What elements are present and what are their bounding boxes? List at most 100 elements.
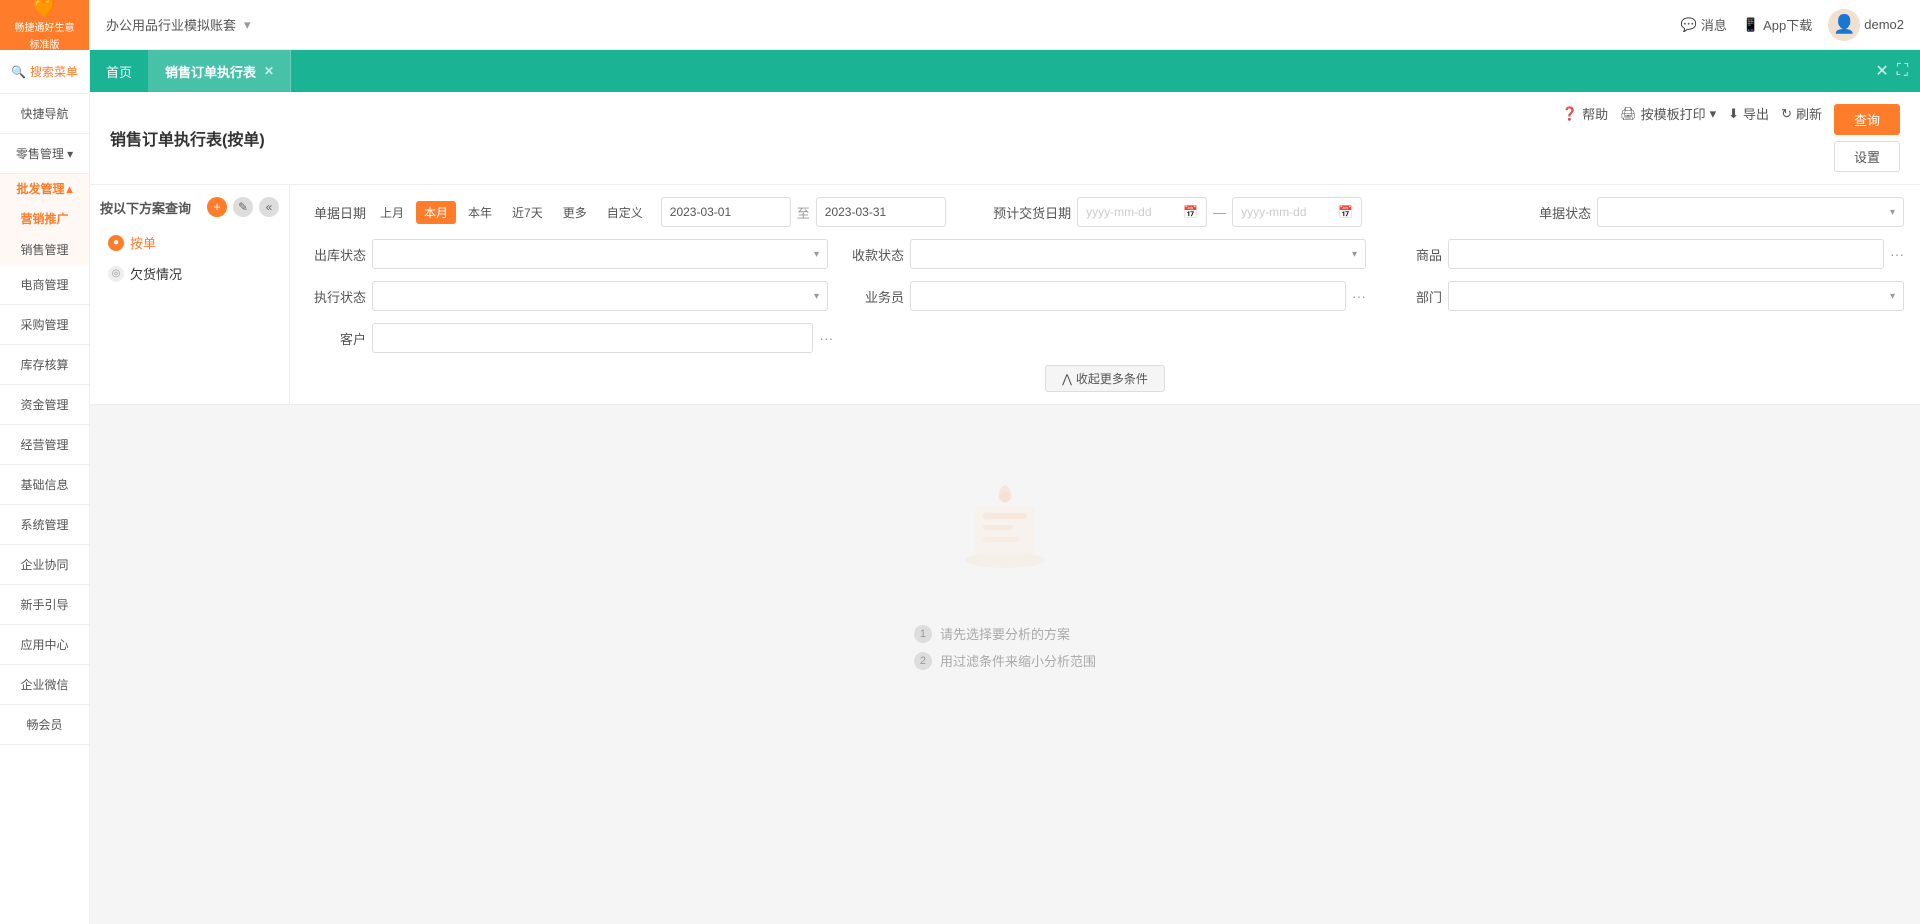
collapse-label: 收起更多条件 bbox=[1076, 370, 1148, 387]
dept-label: 部门 bbox=[1382, 287, 1442, 306]
app-download-button[interactable]: 📱 App下载 bbox=[1743, 15, 1812, 34]
tab-close-icon[interactable]: ✕ bbox=[264, 64, 274, 78]
date-tab-more[interactable]: 更多 bbox=[555, 201, 595, 224]
topbar-left: 办公用品行业模拟账套 ▾ bbox=[106, 15, 251, 34]
refresh-button[interactable]: ↻ 刷新 bbox=[1781, 104, 1822, 123]
page-area: 销售订单执行表(按单) ❓ 帮助 🖨 按模板打印 ▾ ⬇ 导出 bbox=[90, 92, 1920, 924]
dept-arrow: ▾ bbox=[1890, 291, 1895, 302]
date-tab-this-month[interactable]: 本月 bbox=[416, 201, 456, 224]
customer-input[interactable] bbox=[372, 323, 813, 353]
scheme-icon-debt: ◎ bbox=[108, 266, 124, 282]
logo-icon: 🧡 bbox=[33, 0, 55, 17]
date-tab-custom[interactable]: 自定义 bbox=[599, 201, 651, 224]
filter-form: 单据日期 上月 本月 本年 近7天 更多 自定义 2023-03-01 至 bbox=[290, 185, 1920, 404]
empty-illustration bbox=[945, 465, 1065, 604]
collapse-button[interactable]: ⋀ 收起更多条件 bbox=[1045, 365, 1165, 392]
tab-home[interactable]: 首页 bbox=[90, 50, 149, 92]
tip-num-1: 1 bbox=[914, 625, 932, 643]
sidebar-item-appstore[interactable]: 应用中心 bbox=[0, 625, 89, 665]
sidebar-item-inventory[interactable]: 库存核算 bbox=[0, 345, 89, 385]
search-menu-button[interactable]: 🔍 搜索菜单 bbox=[5, 58, 84, 85]
calendar-icon-2: 📅 bbox=[1338, 205, 1353, 219]
expected-end-input[interactable]: yyyy-mm-dd 📅 bbox=[1232, 197, 1362, 227]
sidebar-item-quick-nav[interactable]: 快捷导航 bbox=[0, 94, 89, 134]
tab-sales-order[interactable]: 销售订单执行表 ✕ bbox=[149, 50, 291, 92]
dept-group: 部门 ▾ bbox=[1382, 281, 1904, 311]
sidebar-item-purchase[interactable]: 采购管理 bbox=[0, 305, 89, 345]
scheme-label-debt: 欠货情况 bbox=[130, 264, 182, 283]
out-status-select[interactable]: ▾ bbox=[372, 239, 828, 269]
filter-row-4: 客户 ··· bbox=[306, 323, 1904, 353]
scheme-label-order: 按单 bbox=[130, 233, 156, 252]
empty-tips: 1 请先选择要分析的方案 2 用过滤条件来缩小分析范围 bbox=[914, 624, 1096, 670]
sidebar-item-ecommerce[interactable]: 电商管理 bbox=[0, 265, 89, 305]
sidebar-item-sales[interactable]: 销售管理 bbox=[0, 234, 89, 265]
expected-end-placeholder: yyyy-mm-dd bbox=[1241, 205, 1306, 219]
collapse-scheme-button[interactable]: « bbox=[259, 197, 279, 217]
sidebar-item-finance[interactable]: 资金管理 bbox=[0, 385, 89, 425]
exec-status-select[interactable]: ▾ bbox=[372, 281, 828, 311]
breadcrumb-dropdown-icon[interactable]: ▾ bbox=[244, 17, 251, 33]
sidebar-item-wholesale[interactable]: 批发管理 ▴ bbox=[0, 174, 89, 203]
main-content: 办公用品行业模拟账套 ▾ 💬 消息 📱 App下载 👤 demo2 首页 bbox=[90, 0, 1920, 924]
user-menu[interactable]: 👤 demo2 bbox=[1828, 9, 1904, 41]
sidebar-item-member[interactable]: 畅会员 bbox=[0, 705, 89, 745]
topbar-right: 💬 消息 📱 App下载 👤 demo2 bbox=[1681, 9, 1904, 41]
sidebar-item-wecom[interactable]: 企业微信 bbox=[0, 665, 89, 705]
message-button[interactable]: 💬 消息 bbox=[1681, 15, 1727, 34]
dept-select[interactable]: ▾ bbox=[1448, 281, 1904, 311]
export-icon: ⬇ bbox=[1728, 106, 1739, 122]
export-button[interactable]: ⬇ 导出 bbox=[1728, 104, 1769, 123]
customer-dots-button[interactable]: ··· bbox=[819, 330, 833, 346]
scheme-item-debt[interactable]: ◎ 欠货情况 bbox=[100, 258, 279, 289]
filter-row-1: 单据日期 上月 本月 本年 近7天 更多 自定义 2023-03-01 至 bbox=[306, 197, 1904, 227]
edit-scheme-button[interactable]: ✎ bbox=[233, 197, 253, 217]
empty-tip-1: 1 请先选择要分析的方案 bbox=[914, 624, 1096, 643]
collect-status-arrow: ▾ bbox=[1352, 249, 1357, 260]
sidebar-item-marketing[interactable]: 营销推广 bbox=[0, 203, 89, 234]
logo-sub: 标准版 bbox=[30, 36, 60, 51]
salesperson-group: 业务员 ··· bbox=[844, 281, 1366, 311]
date-end-input[interactable]: 2023-03-31 bbox=[816, 197, 946, 227]
sidebar-item-basic[interactable]: 基础信息 bbox=[0, 465, 89, 505]
date-tab-7days[interactable]: 近7天 bbox=[504, 201, 551, 224]
salesperson-dots-button[interactable]: ··· bbox=[1352, 288, 1366, 304]
print-button[interactable]: 🖨 按模板打印 ▾ bbox=[1620, 104, 1716, 123]
page-title: 销售订单执行表(按单) bbox=[110, 126, 265, 150]
sidebar-item-operations[interactable]: 经营管理 bbox=[0, 425, 89, 465]
sidebar-item-newbie[interactable]: 新手引导 bbox=[0, 585, 89, 625]
collect-status-select[interactable]: ▾ bbox=[910, 239, 1366, 269]
single-status-select[interactable]: ▾ bbox=[1597, 197, 1904, 227]
page-header: 销售订单执行表(按单) ❓ 帮助 🖨 按模板打印 ▾ ⬇ 导出 bbox=[90, 92, 1920, 185]
exec-status-label: 执行状态 bbox=[306, 287, 366, 306]
logo-text: 畅捷通好生意 bbox=[15, 19, 75, 34]
sidebar-item-system[interactable]: 系统管理 bbox=[0, 505, 89, 545]
scheme-item-order[interactable]: ● 按单 bbox=[100, 227, 279, 258]
date-tab-last-month[interactable]: 上月 bbox=[372, 201, 412, 224]
sidebar-search-area[interactable]: 🔍 搜索菜单 bbox=[0, 50, 89, 94]
chevron-up-icon: ⋀ bbox=[1062, 372, 1072, 386]
date-start-input[interactable]: 2023-03-01 bbox=[661, 197, 791, 227]
single-status-label: 单据状态 bbox=[1531, 203, 1591, 222]
filter-actions-row: ⋀ 收起更多条件 bbox=[306, 365, 1904, 392]
query-button[interactable]: 查询 bbox=[1834, 104, 1900, 135]
expected-start-input[interactable]: yyyy-mm-dd 📅 bbox=[1077, 197, 1207, 227]
help-icon: ❓ bbox=[1562, 106, 1578, 122]
tip-num-2: 2 bbox=[914, 652, 932, 670]
date-tab-this-year[interactable]: 本年 bbox=[460, 201, 500, 224]
add-scheme-button[interactable]: + bbox=[207, 197, 227, 217]
help-button[interactable]: ❓ 帮助 bbox=[1562, 104, 1608, 123]
sidebar-item-retail[interactable]: 零售管理 ▾ bbox=[0, 134, 89, 174]
goods-input[interactable] bbox=[1448, 239, 1884, 269]
goods-dots-button[interactable]: ··· bbox=[1890, 246, 1904, 262]
exec-status-arrow: ▾ bbox=[814, 291, 819, 302]
customer-group: 客户 ··· bbox=[306, 323, 833, 353]
settings-button[interactable]: 设置 bbox=[1834, 141, 1900, 172]
close-all-button[interactable]: ✕ bbox=[1875, 61, 1888, 81]
maximize-button[interactable]: ⛶ bbox=[1897, 62, 1908, 80]
expected-start-placeholder: yyyy-mm-dd bbox=[1086, 205, 1151, 219]
expected-date-group: 预计交货日期 yyyy-mm-dd 📅 — yyyy-mm-dd 📅 bbox=[993, 197, 1515, 227]
sidebar-item-enterprise[interactable]: 企业协同 bbox=[0, 545, 89, 585]
salesperson-input[interactable] bbox=[910, 281, 1346, 311]
refresh-icon: ↻ bbox=[1781, 106, 1792, 122]
